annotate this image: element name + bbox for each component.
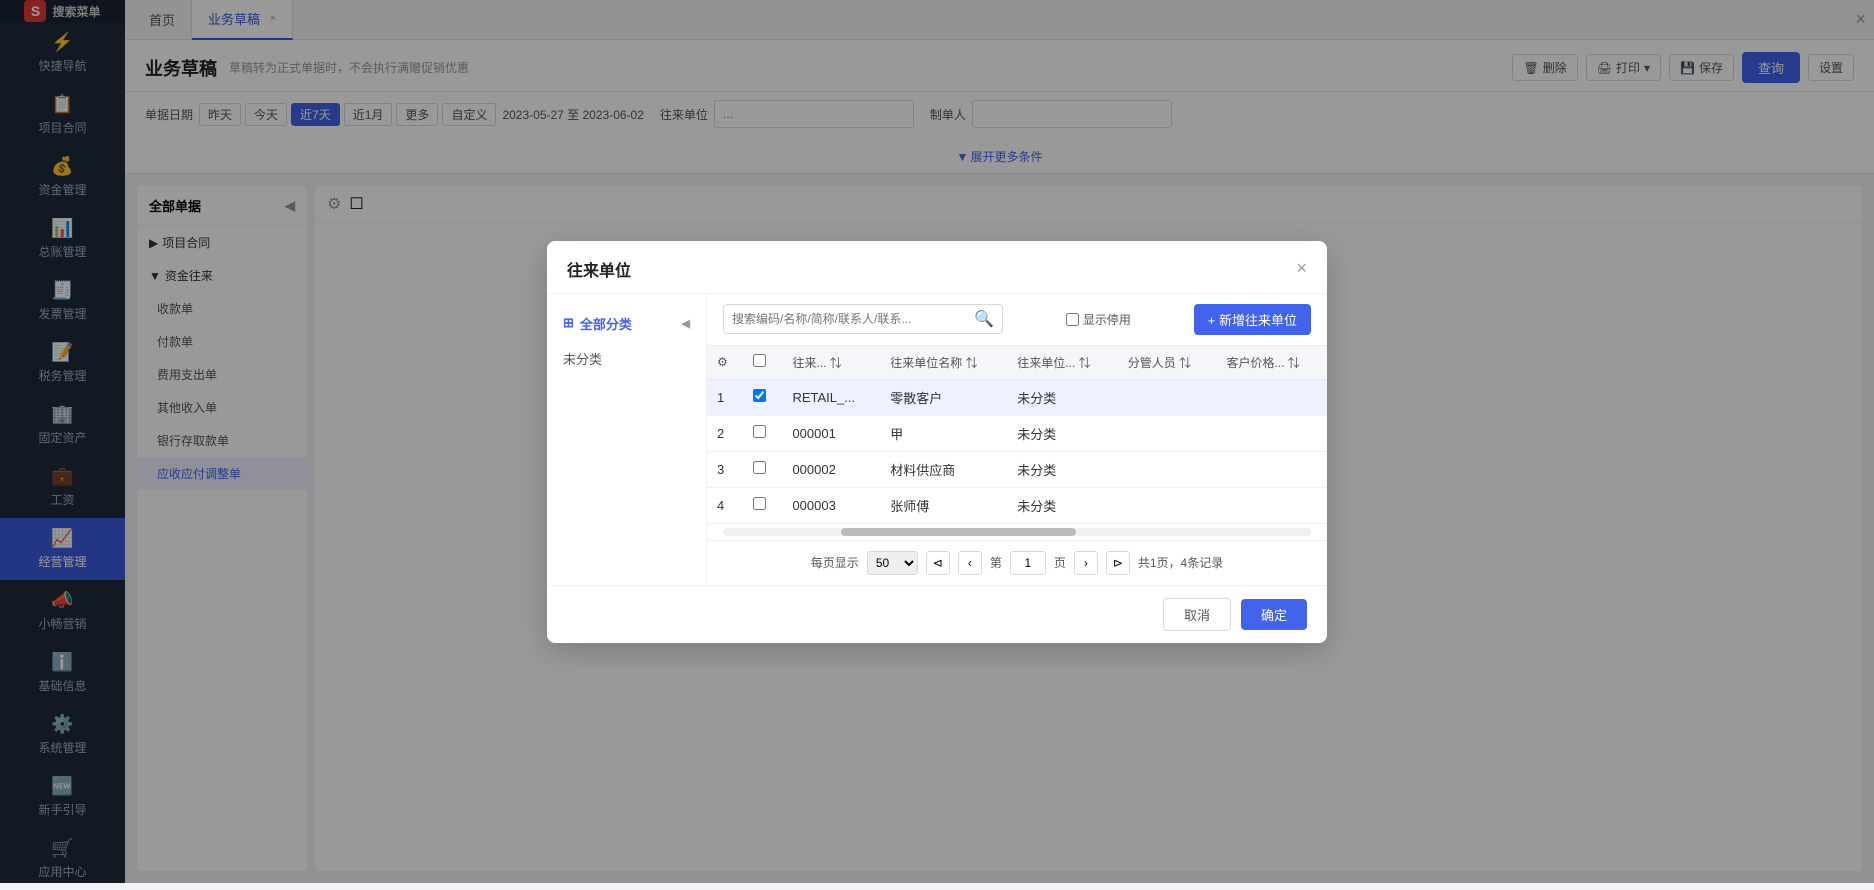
- row-no: 3: [707, 451, 743, 487]
- last-page-button[interactable]: ⊳: [1106, 551, 1130, 575]
- table-row[interactable]: 4 000003 张师傅 未分类: [707, 487, 1327, 523]
- show-disabled-input[interactable]: [1066, 313, 1079, 326]
- show-disabled-label: 显示停用: [1083, 311, 1131, 328]
- dialog-toolbar: 🔍 显示停用 + 新增往来单位: [707, 294, 1327, 346]
- col-assignee: 分管人员 ⇅: [1118, 346, 1217, 380]
- dialog-title: 往来单位: [567, 257, 631, 281]
- add-partner-button[interactable]: + 新增往来单位: [1194, 304, 1311, 335]
- sort-icon[interactable]: ⇅: [966, 356, 978, 370]
- next-page-button[interactable]: ›: [1074, 551, 1098, 575]
- row-name: 材料供应商: [880, 451, 1007, 487]
- row-name: 张师傅: [880, 487, 1007, 523]
- dialog-main: 🔍 显示停用 + 新增往来单位 ⚙: [707, 294, 1327, 585]
- grid-icon: ⊞: [563, 315, 574, 331]
- table-row[interactable]: 2 000001 甲 未分类: [707, 415, 1327, 451]
- row-category: 未分类: [1007, 451, 1117, 487]
- page-suffix: 页: [1054, 554, 1066, 571]
- show-disabled-checkbox[interactable]: 显示停用: [1066, 311, 1131, 328]
- row-code: 000002: [782, 451, 880, 487]
- horizontal-scrollbar[interactable]: [723, 528, 1311, 536]
- dialog-footer: 取消 确定: [547, 585, 1327, 643]
- col-settings[interactable]: ⚙: [707, 346, 743, 380]
- dialog-sidebar: ⊞ 全部分类 ◀ 未分类: [547, 294, 707, 585]
- dialog-overlay: 往来单位 × ⊞ 全部分类 ◀ 未分类: [0, 0, 1874, 883]
- all-category-label: 全部分类: [580, 314, 632, 333]
- row-no: 4: [707, 487, 743, 523]
- table-row[interactable]: 3 000002 材料供应商 未分类: [707, 451, 1327, 487]
- dialog-sidebar-unclassified[interactable]: 未分类: [547, 341, 706, 376]
- row-price-level: [1216, 451, 1327, 487]
- row-category: 未分类: [1007, 487, 1117, 523]
- partner-dialog: 往来单位 × ⊞ 全部分类 ◀ 未分类: [547, 241, 1327, 643]
- sidebar-collapse-icon[interactable]: ◀: [682, 317, 690, 330]
- row-code: RETAIL_...: [782, 379, 880, 415]
- dialog-search-input[interactable]: [732, 312, 968, 326]
- dialog-close-button[interactable]: ×: [1296, 258, 1307, 279]
- total-info: 共1页，4条记录: [1138, 554, 1223, 571]
- row-code: 000001: [782, 415, 880, 451]
- unclassified-label: 未分类: [563, 349, 602, 368]
- row-checkbox[interactable]: [743, 487, 782, 523]
- col-price: 客户价格... ⇅: [1216, 346, 1327, 380]
- sort-icon[interactable]: ⇅: [1079, 356, 1091, 370]
- sort-icon[interactable]: ⇅: [830, 356, 842, 370]
- sort-icon[interactable]: ⇅: [1288, 356, 1300, 370]
- col-category: 往来单位... ⇅: [1007, 346, 1117, 380]
- dialog-header: 往来单位 ×: [547, 241, 1327, 294]
- page-size-label: 每页显示: [811, 554, 859, 571]
- row-price-level: [1216, 487, 1327, 523]
- table-row[interactable]: 1 RETAIL_... 零散客户 未分类: [707, 379, 1327, 415]
- row-price-level: [1216, 415, 1327, 451]
- dialog-body: ⊞ 全部分类 ◀ 未分类 🔍 显示停用: [547, 294, 1327, 585]
- row-no: 1: [707, 379, 743, 415]
- dialog-pagination: 每页显示 50 100 ⊲ ‹ 第 页 › ⊳ 共1页，4条记录: [707, 540, 1327, 585]
- first-page-button[interactable]: ⊲: [926, 551, 950, 575]
- row-name: 零散客户: [880, 379, 1007, 415]
- prev-page-button[interactable]: ‹: [958, 551, 982, 575]
- dialog-table: ⚙ 往来... ⇅ 往来单位名称 ⇅ 往来单位... ⇅ 分管人员 ⇅ 客户价格…: [707, 346, 1327, 524]
- row-assignee: [1118, 487, 1217, 523]
- row-assignee: [1118, 379, 1217, 415]
- dialog-sidebar-all[interactable]: ⊞ 全部分类 ◀: [547, 306, 706, 341]
- row-assignee: [1118, 415, 1217, 451]
- scrollbar-thumb[interactable]: [841, 528, 1076, 536]
- col-checkbox[interactable]: [743, 346, 782, 380]
- page-number-input[interactable]: [1010, 551, 1046, 575]
- row-price-level: [1216, 379, 1327, 415]
- row-checkbox[interactable]: [743, 451, 782, 487]
- confirm-button[interactable]: 确定: [1241, 599, 1307, 630]
- col-code: 往来... ⇅: [782, 346, 880, 380]
- row-checkbox[interactable]: [743, 379, 782, 415]
- sort-icon[interactable]: ⇅: [1179, 356, 1191, 370]
- select-all-checkbox[interactable]: [753, 354, 766, 367]
- row-assignee: [1118, 451, 1217, 487]
- page-size-select[interactable]: 50 100: [867, 551, 918, 575]
- page-label: 第: [990, 554, 1002, 571]
- search-icon: 🔍: [974, 309, 994, 329]
- row-checkbox[interactable]: [743, 415, 782, 451]
- cancel-button[interactable]: 取消: [1163, 598, 1231, 631]
- row-no: 2: [707, 415, 743, 451]
- row-name: 甲: [880, 415, 1007, 451]
- col-name: 往来单位名称 ⇅: [880, 346, 1007, 380]
- row-code: 000003: [782, 487, 880, 523]
- dialog-search-box: 🔍: [723, 304, 1003, 334]
- row-category: 未分类: [1007, 415, 1117, 451]
- row-category: 未分类: [1007, 379, 1117, 415]
